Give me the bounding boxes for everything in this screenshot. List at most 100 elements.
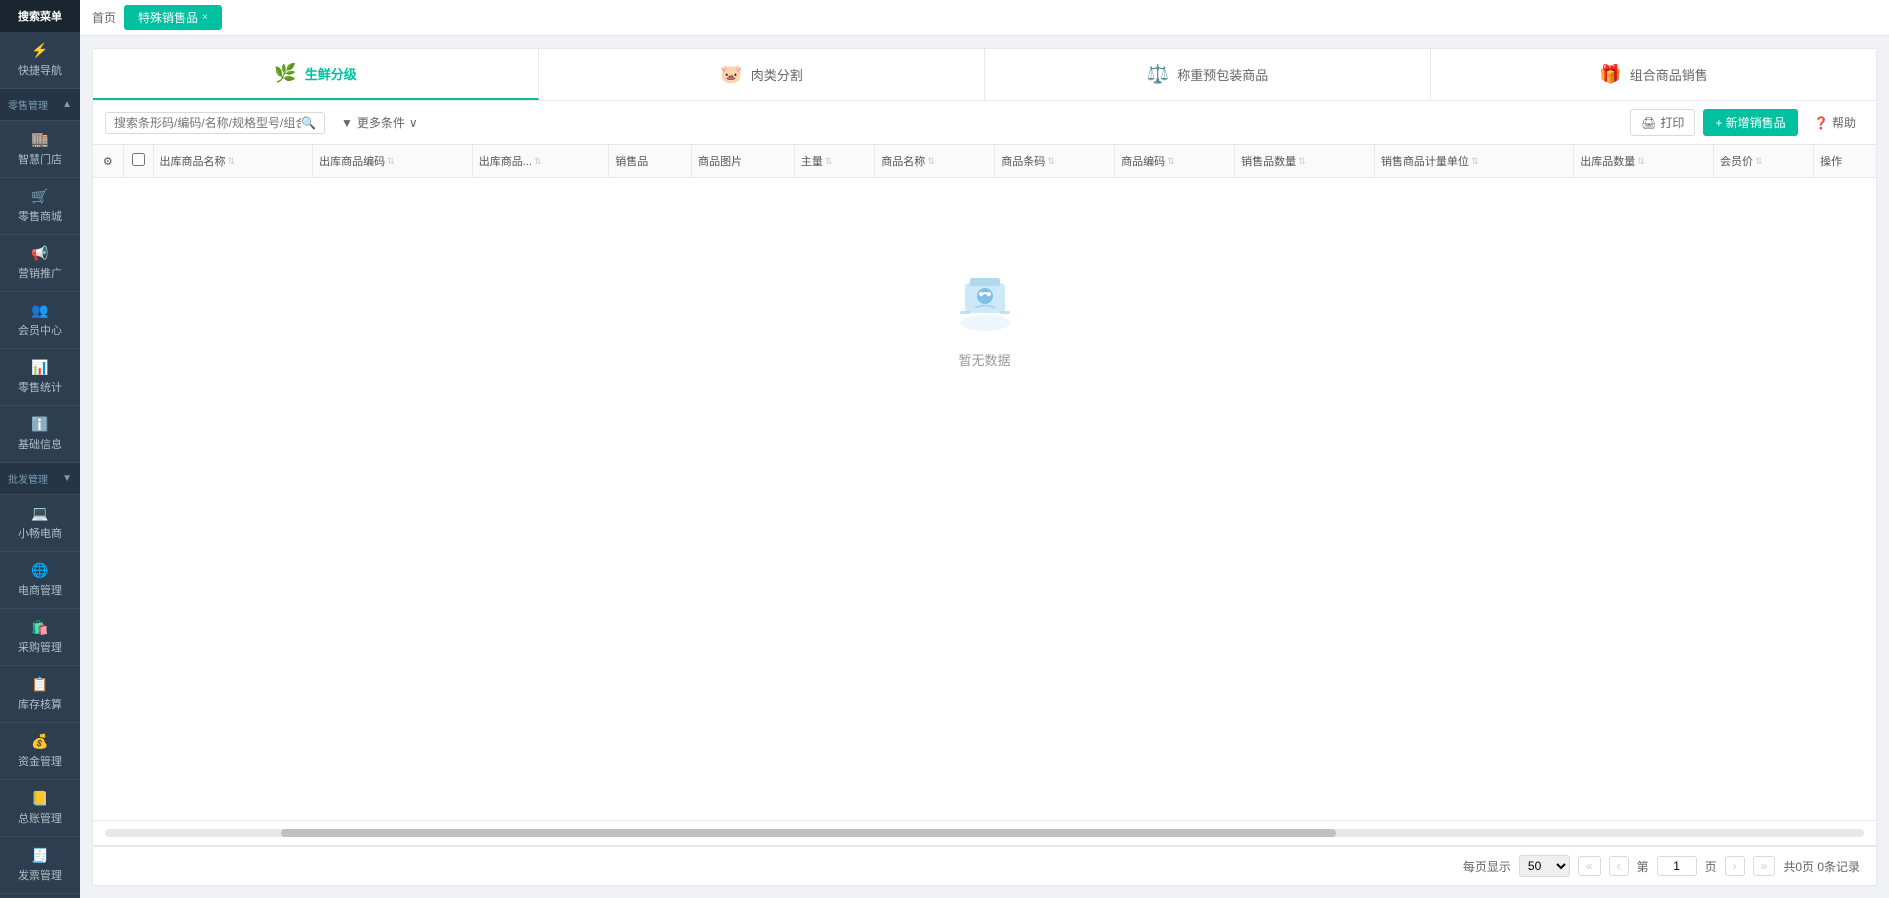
last-page-button[interactable]: » <box>1753 856 1776 876</box>
th-checkbox[interactable] <box>123 145 153 178</box>
sidebar-item-label: 采购管理 <box>18 639 62 655</box>
smart-store-icon: 🏬 <box>31 131 48 148</box>
inventory-icon: 📋 <box>31 676 48 693</box>
tab-fresh-grade[interactable]: 🌿 生鲜分级 <box>93 49 539 100</box>
total-label: 共0页 0条记录 <box>1783 858 1860 875</box>
sidebar-section-wholesale[interactable]: 批发管理 ▼ <box>0 463 80 495</box>
empty-state: 暂无数据 <box>93 178 1876 449</box>
toolbar-right: 🖨 打印 + 新增销售品 ❓ 帮助 <box>1630 109 1864 136</box>
retail-mgmt-arrow: ▲ <box>62 99 72 110</box>
sidebar-item-basic-info[interactable]: ℹ️ 基础信息 <box>0 406 80 463</box>
sidebar-item-label: 零售统计 <box>18 379 62 395</box>
search-box[interactable]: 🔍 <box>105 112 325 134</box>
scroll-thumb <box>281 829 1336 837</box>
sidebar-item-smart-store[interactable]: 🏬 智慧门店 <box>0 121 80 178</box>
sidebar-item-label: 总账管理 <box>18 810 62 826</box>
retail-stats-icon: 📊 <box>31 359 48 376</box>
sidebar-item-invoice-mgmt[interactable]: 🧾 发票管理 <box>0 837 80 894</box>
tab-combo-sales-label: 组合商品销售 <box>1630 65 1708 84</box>
search-input[interactable] <box>114 116 301 130</box>
filter-button[interactable]: ▼ 更多条件 ∨ <box>333 111 426 134</box>
help-icon: ❓ <box>1814 116 1829 130</box>
print-button[interactable]: 🖨 打印 <box>1630 109 1695 136</box>
th-out-qty[interactable]: 出库品数量 ⇅ <box>1574 145 1714 178</box>
help-label: 帮助 <box>1832 116 1856 130</box>
help-button[interactable]: ❓ 帮助 <box>1806 110 1864 135</box>
th-out-product-code[interactable]: 出库商品编码 ⇅ <box>313 145 473 178</box>
sidebar-item-quick-nav[interactable]: ⚡ 快捷导航 <box>0 32 80 89</box>
prev-page-button[interactable]: ‹ <box>1609 856 1629 876</box>
table-header-row: ⚙ 出库商品名称 ⇅ 出库商 <box>93 145 1876 178</box>
th-sales-product: 销售品 <box>609 145 692 178</box>
print-icon: 🖨 <box>1641 116 1656 130</box>
th-sales-qty[interactable]: 销售品数量 ⇅ <box>1235 145 1375 178</box>
add-product-button[interactable]: + 新增销售品 <box>1703 109 1797 136</box>
th-product-name[interactable]: 商品名称 ⇅ <box>875 145 995 178</box>
sidebar-search[interactable]: 搜索菜单 <box>0 0 80 32</box>
th-member-price[interactable]: 会员价 ⇅ <box>1714 145 1814 178</box>
active-tab[interactable]: 特殊销售品 × <box>124 5 222 30</box>
page-size-select[interactable]: 50 20 100 <box>1519 855 1570 877</box>
sidebar-item-label: 快捷导航 <box>18 62 62 78</box>
finance-mgmt-icon: 💰 <box>31 733 48 750</box>
sidebar-item-inventory[interactable]: 📋 库存核算 <box>0 666 80 723</box>
th-settings[interactable]: ⚙ <box>93 145 123 178</box>
breadcrumb-home[interactable]: 首页 <box>92 9 116 26</box>
tab-weigh-prepack-label: 称重预包装商品 <box>1177 65 1268 84</box>
tab-meat-cut[interactable]: 🐷 肉类分割 <box>539 49 985 100</box>
pagination: 每页显示 50 20 100 « ‹ 第 页 › » 共0页 0条记录 <box>92 846 1877 886</box>
th-out-product-name[interactable]: 出库商品名称 ⇅ <box>153 145 313 178</box>
sidebar-section-retail[interactable]: 零售管理 ▲ <box>0 89 80 121</box>
sidebar-item-label: 零售商城 <box>18 208 62 224</box>
combo-sales-icon: 🎁 <box>1599 64 1621 85</box>
sort-icon: ⇅ <box>1167 156 1175 167</box>
sidebar-item-general-ledger[interactable]: 📒 总账管理 <box>0 780 80 837</box>
page-number-input[interactable] <box>1657 856 1697 876</box>
sort-icon: ⇅ <box>1755 156 1763 167</box>
sort-icon: ⇅ <box>228 156 236 167</box>
tab-navigation: 🌿 生鲜分级 🐷 肉类分割 ⚖️ 称重预包装商品 🎁 组合商品销售 <box>92 48 1877 101</box>
sidebar-item-member-center[interactable]: 👥 会员中心 <box>0 292 80 349</box>
sidebar: 搜索菜单 ⚡ 快捷导航 零售管理 ▲ 🏬 智慧门店 🛒 零售商城 📢 营销推广 … <box>0 0 80 898</box>
sidebar-item-tax-mgmt[interactable]: 🏛️ 税务管理 <box>0 894 80 898</box>
sidebar-item-label: 库存核算 <box>18 696 62 712</box>
sort-icon: ⇅ <box>1637 156 1645 167</box>
data-table: ⚙ 出库商品名称 ⇅ 出库商 <box>93 145 1876 178</box>
sidebar-item-sales-promo[interactable]: 📢 营销推广 <box>0 235 80 292</box>
tab-fresh-grade-label: 生鲜分级 <box>305 64 357 83</box>
search-icon: 🔍 <box>301 116 316 130</box>
sidebar-item-label: 资金管理 <box>18 753 62 769</box>
th-main-weight[interactable]: 主量 ⇅ <box>794 145 874 178</box>
next-page-button[interactable]: › <box>1725 856 1745 876</box>
sidebar-item-retail-stats[interactable]: 📊 零售统计 <box>0 349 80 406</box>
first-page-button[interactable]: « <box>1578 856 1601 876</box>
main-area: 首页 特殊销售品 × 🌿 生鲜分级 🐷 肉类分割 ⚖️ 称重预包装商品 🎁 组合… <box>80 0 1889 898</box>
member-center-icon: 👥 <box>31 302 48 319</box>
sidebar-item-purchase-mgmt[interactable]: 🛍️ 采购管理 <box>0 609 80 666</box>
horizontal-scroll[interactable] <box>92 821 1877 846</box>
th-out-product-x[interactable]: 出库商品... ⇅ <box>472 145 609 178</box>
top-bar: 首页 特殊销售品 × <box>80 0 1889 36</box>
general-ledger-icon: 📒 <box>31 790 48 807</box>
tab-combo-sales[interactable]: 🎁 组合商品销售 <box>1431 49 1876 100</box>
retail-mall-icon: 🛒 <box>31 188 48 205</box>
purchase-mgmt-icon: 🛍️ <box>31 619 48 636</box>
sidebar-item-ecom-mgmt[interactable]: 🌐 电商管理 <box>0 552 80 609</box>
th-barcode[interactable]: 商品条码 ⇅ <box>995 145 1115 178</box>
page-size-label: 每页显示 <box>1463 858 1511 875</box>
toolbar: 🔍 ▼ 更多条件 ∨ 🖨 打印 + 新增销售品 ❓ 帮助 <box>92 101 1877 145</box>
tab-close-btn[interactable]: × <box>202 12 208 23</box>
sidebar-item-retail-mall[interactable]: 🛒 零售商城 <box>0 178 80 235</box>
sidebar-item-finance-mgmt[interactable]: 💰 资金管理 <box>0 723 80 780</box>
th-product-code[interactable]: 商品编码 ⇅ <box>1115 145 1235 178</box>
sidebar-item-label: 基础信息 <box>18 436 62 452</box>
content-area: 🌿 生鲜分级 🐷 肉类分割 ⚖️ 称重预包装商品 🎁 组合商品销售 🔍 <box>80 36 1889 898</box>
select-all-checkbox[interactable] <box>132 153 145 166</box>
filter-arrow: ∨ <box>409 116 418 130</box>
sidebar-item-label: 小畅电商 <box>18 525 62 541</box>
sales-promo-icon: 📢 <box>31 245 48 262</box>
th-sales-unit[interactable]: 销售商品计量单位 ⇅ <box>1374 145 1573 178</box>
sidebar-item-mini-ecom[interactable]: 💻 小畅电商 <box>0 495 80 552</box>
sort-icon: ⇅ <box>927 156 935 167</box>
tab-weigh-prepack[interactable]: ⚖️ 称重预包装商品 <box>985 49 1431 100</box>
